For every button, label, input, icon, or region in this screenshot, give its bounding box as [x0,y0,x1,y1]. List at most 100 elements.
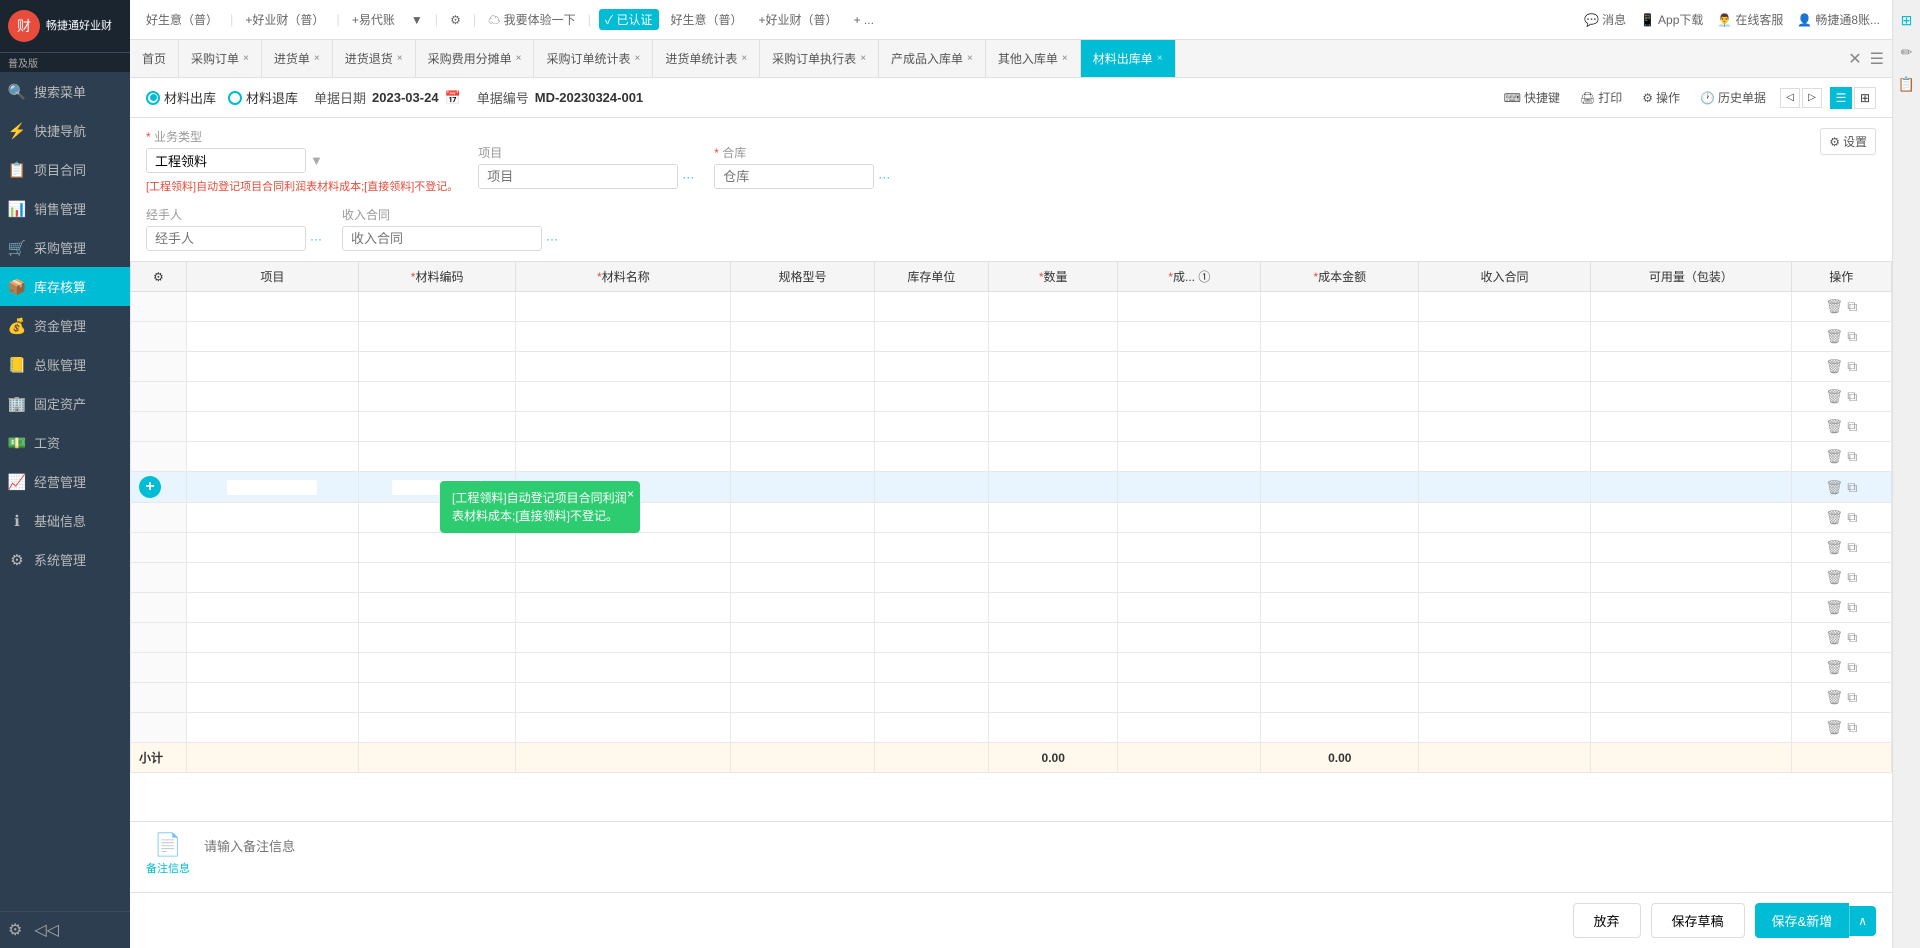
cell-cost-amount-3[interactable] [1261,352,1419,382]
topbar-experience[interactable]: ☁ 我要体验一下 [484,11,579,28]
cell-project-5[interactable] [186,412,358,442]
handler-input[interactable] [146,226,306,251]
cell-unit-13[interactable] [874,653,989,683]
tab-purchase-exec[interactable]: 采购订单执行表 × [760,40,879,78]
settings-btn[interactable]: ⚙ 设置 [1820,128,1876,155]
cell-name-6[interactable] [516,442,731,472]
cell-spec-15[interactable] [731,713,874,743]
cell-available-12[interactable] [1591,623,1792,653]
cell-project-13[interactable] [186,653,358,683]
cell-qty-12[interactable] [989,623,1118,653]
cell-code-10[interactable] [358,563,516,593]
cell-unit-2[interactable] [874,322,989,352]
cell-cost-price-15[interactable] [1118,713,1261,743]
tab-purchase-expense-close[interactable]: × [516,53,522,64]
cell-cost-amount-13[interactable] [1261,653,1419,683]
cell-cost-amount-10[interactable] [1261,563,1419,593]
cell-qty-1[interactable] [989,292,1118,322]
cell-income-4[interactable] [1419,382,1591,412]
cell-cost-price-3[interactable] [1118,352,1261,382]
cell-cost-amount-1[interactable] [1261,292,1419,322]
delete-row-12[interactable]: 🗑 [1825,629,1843,646]
delete-row-2[interactable]: 🗑 [1825,328,1843,345]
cell-code-12[interactable] [358,623,516,653]
cell-cost-amount-12[interactable] [1261,623,1419,653]
cell-cost-amount-7[interactable] [1261,472,1419,503]
project-more-icon[interactable]: ··· [682,170,694,184]
cell-spec-8[interactable] [731,503,874,533]
delete-row-15[interactable]: 🗑 [1825,719,1843,736]
save-new-main-button[interactable]: 保存&新增 [1755,903,1850,938]
cell-name-4[interactable] [516,382,731,412]
cell-cost-amount-15[interactable] [1261,713,1419,743]
topbar-message[interactable]: 💬 消息 [1584,11,1626,28]
cell-name-15[interactable] [516,713,731,743]
cell-project-9[interactable] [186,533,358,563]
sidebar-item-salary[interactable]: 💵 工资 [0,423,130,462]
cell-qty-9[interactable] [989,533,1118,563]
shortcut-btn[interactable]: ⌨ 快捷键 [1498,86,1566,109]
tab-purchase-expense[interactable]: 采购费用分摊单 × [416,40,535,78]
cell-qty-8[interactable] [989,503,1118,533]
add-row-btn[interactable]: + [139,476,161,498]
topbar-yidaizhang[interactable]: +易代账 [348,11,399,28]
cell-cost-price-10[interactable] [1118,563,1261,593]
copy-row-2[interactable]: ⧉ [1847,328,1857,345]
save-draft-button[interactable]: 保存草稿 [1651,903,1745,938]
cell-project-1[interactable] [186,292,358,322]
cell-name-10[interactable] [516,563,731,593]
sidebar-item-search[interactable]: 🔍 搜索菜单 [0,72,130,111]
cell-income-3[interactable] [1419,352,1591,382]
cell-income-12[interactable] [1419,623,1591,653]
cell-unit-7[interactable] [874,472,989,503]
copy-row-9[interactable]: ⧉ [1847,539,1857,556]
cell-available-3[interactable] [1591,352,1792,382]
cell-qty-14[interactable] [989,683,1118,713]
cell-available-8[interactable] [1591,503,1792,533]
cell-cost-price-9[interactable] [1118,533,1261,563]
cell-unit-11[interactable] [874,593,989,623]
cell-qty-7[interactable] [989,472,1118,503]
tab-goods-in[interactable]: 进货单 × [262,40,333,78]
copy-row-5[interactable]: ⧉ [1847,418,1857,435]
warehouse-input[interactable] [714,164,874,189]
cell-name-14[interactable] [516,683,731,713]
cell-spec-3[interactable] [731,352,874,382]
tab-other-in[interactable]: 其他入库单 × [986,40,1081,78]
cell-project-6[interactable] [186,442,358,472]
cell-project-10[interactable] [186,563,358,593]
cell-income-15[interactable] [1419,713,1591,743]
notes-textarea[interactable] [200,832,1876,882]
cell-name-2[interactable] [516,322,731,352]
topbar-user[interactable]: 👤 畅捷通8账... [1797,11,1880,28]
sidebar-item-system[interactable]: ⚙ 系统管理 [0,540,130,579]
right-panel-icon-1[interactable]: ⊞ [1895,8,1919,32]
nav-next[interactable]: ▷ [1802,88,1822,108]
handler-more-icon[interactable]: ··· [310,232,322,246]
tab-goods-return[interactable]: 进货退货 × [333,40,416,78]
sidebar-item-inventory[interactable]: 📦 库存核算 [0,267,130,306]
cell-code-9[interactable] [358,533,516,563]
delete-row-1[interactable]: 🗑 [1825,298,1843,315]
tab-goods-stats-close[interactable]: × [741,53,747,64]
cell-code-11[interactable] [358,593,516,623]
sidebar-item-ledger[interactable]: 📒 总账管理 [0,345,130,384]
cell-unit-5[interactable] [874,412,989,442]
delete-row-8[interactable]: 🗑 [1825,509,1843,526]
cell-available-6[interactable] [1591,442,1792,472]
cell-project-7[interactable] [186,472,358,503]
cell-cost-price-5[interactable] [1118,412,1261,442]
delete-row-11[interactable]: 🗑 [1825,599,1843,616]
cell-spec-12[interactable] [731,623,874,653]
settings-gear-icon[interactable]: ⚙ [8,920,22,940]
cell-spec-7[interactable] [731,472,874,503]
delete-row-5[interactable]: 🗑 [1825,418,1843,435]
cell-unit-4[interactable] [874,382,989,412]
cell-cost-amount-5[interactable] [1261,412,1419,442]
copy-row-10[interactable]: ⧉ [1847,569,1857,586]
view-grid-btn[interactable]: ⊞ [1854,87,1876,109]
cell-cost-amount-8[interactable] [1261,503,1419,533]
cell-qty-2[interactable] [989,322,1118,352]
cell-income-2[interactable] [1419,322,1591,352]
cell-available-7[interactable] [1591,472,1792,503]
